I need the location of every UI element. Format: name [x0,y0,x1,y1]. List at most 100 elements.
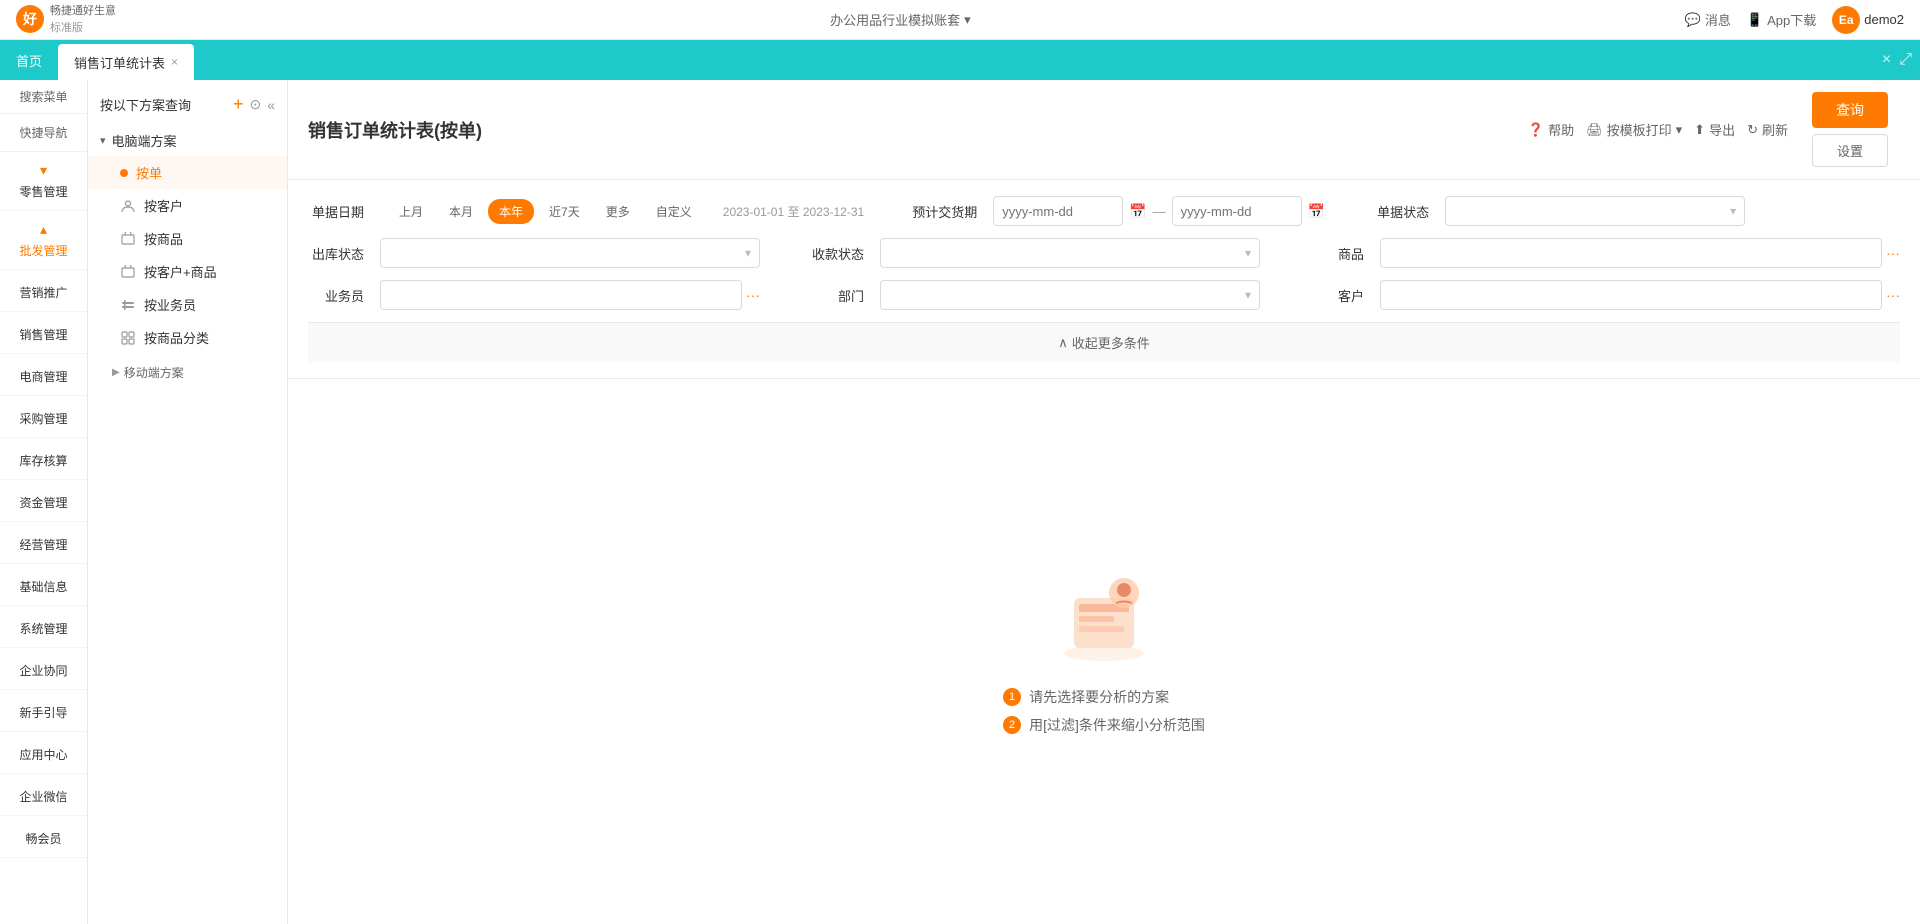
sidebar-item-sales[interactable]: 销售管理 [0,312,87,354]
scheme-item-by-category[interactable]: 按商品分类 [88,321,287,354]
sidebar-item-collaboration[interactable]: 企业协同 [0,648,87,690]
payment-status-select[interactable]: ▾ [880,238,1260,268]
scheme-dot-by-order [120,169,128,177]
salesman-more-btn[interactable]: ··· [746,287,760,303]
calendar-from-icon[interactable]: 📅 [1129,203,1146,220]
out-status-select[interactable]: ▾ [380,238,760,268]
sidebar-retail-label: 零售管理 [19,183,67,200]
sidebar-quick-nav[interactable]: 快捷导航 [0,118,87,147]
sidebar-item-enterprise-wechat[interactable]: 企业微信 [0,774,87,816]
date-btn-last-month[interactable]: 上月 [388,199,434,224]
retail-icon: ▾ [40,162,47,179]
page-title: 销售订单统计表(按单) [308,117,482,143]
sidebar-member-label: 畅会员 [25,830,61,847]
template-print-btn[interactable]: 🖨 按模板打印 ▾ [1586,120,1682,139]
sidebar-item-finance[interactable]: 资金管理 [0,480,87,522]
scheme-collapse-btn[interactable]: « [267,97,275,113]
logo-icon: 好 [16,5,44,33]
help-icon: ❓ [1528,122,1544,138]
scheme-item-by-customer[interactable]: 按客户 [88,189,287,222]
customer-input[interactable] [1380,280,1882,310]
sidebar-item-basic[interactable]: 基础信息 [0,564,87,606]
salesman-input[interactable] [380,280,742,310]
tab-expand-btn[interactable]: ⤢ [1899,51,1912,69]
salesman-label: 业务员 [308,286,364,305]
export-icon: ⬆ [1694,122,1705,138]
sidebar-basic-label: 基础信息 [19,578,67,595]
user-btn[interactable]: Ea demo2 [1832,6,1904,34]
app-download-btn[interactable]: 📱 App下载 [1747,10,1816,29]
sidebar-search-label[interactable]: 搜索菜单 [8,88,79,105]
scheme-section-pc-header[interactable]: ▾ 电脑端方案 [88,125,287,156]
date-btn-7days[interactable]: 近7天 [538,199,591,224]
scheme-panel: 按以下方案查询 + ⊙ « ▾ 电脑端方案 按单 [88,80,288,924]
scheme-label-by-salesman: 按业务员 [144,295,196,314]
sidebar-item-inventory[interactable]: 库存核算 [0,438,87,480]
expected-date-to[interactable] [1172,196,1302,226]
tab-sales-order[interactable]: 销售订单统计表 × [58,44,194,80]
tab-bar: 首页 销售订单统计表 × × ⤢ [0,40,1920,80]
bill-status-label: 单据状态 [1373,202,1429,221]
department-select[interactable]: ▾ [880,280,1260,310]
sidebar-finance-label: 资金管理 [19,494,67,511]
customer-more-btn[interactable]: ··· [1886,287,1900,303]
refresh-btn[interactable]: ↻ 刷新 [1747,120,1788,139]
message-btn[interactable]: 💬 消息 [1685,10,1731,29]
bill-status-select[interactable]: ▾ [1445,196,1745,226]
scheme-item-by-salesman[interactable]: 按业务员 [88,288,287,321]
sidebar: 搜索菜单 快捷导航 ▾ 零售管理 ▴ 批发管理 营销推广 销售管理 电商管理 采… [0,80,88,924]
page-actions: ❓ 帮助 🖨 按模板打印 ▾ ⬆ 导出 ↻ 刷新 [1528,92,1900,167]
sidebar-item-retail[interactable]: ▾ 零售管理 [0,152,87,211]
query-btn[interactable]: 查询 [1812,92,1888,128]
scheme-add-btn[interactable]: + [233,94,244,115]
workplace-select[interactable]: 办公用品行业模拟账套 ▾ [830,10,971,29]
scheme-item-by-customer-goods[interactable]: 按客户+商品 [88,255,287,288]
sidebar-item-app-center[interactable]: 应用中心 [0,732,87,774]
sidebar-item-member[interactable]: 畅会员 [0,816,87,858]
sidebar-system-label: 系统管理 [19,620,67,637]
logo-area: 好 畅捷通好生意 标准版 [16,4,116,34]
scheme-settings-btn[interactable]: ⊙ [249,96,261,113]
goods-more-btn[interactable]: ··· [1886,245,1900,261]
out-status-label: 出库状态 [308,244,364,263]
help-btn[interactable]: ❓ 帮助 [1528,120,1574,139]
calendar-to-icon[interactable]: 📅 [1308,203,1325,220]
collapse-btn[interactable]: ∧ 收起更多条件 [1058,333,1150,352]
scheme-icon-customer-goods [120,264,136,280]
goods-input[interactable] [1380,238,1882,268]
scheme-icon-customer [120,198,136,214]
empty-illustration [1044,568,1164,671]
setting-btn[interactable]: 设置 [1812,134,1888,167]
customer-label: 客户 [1308,286,1364,305]
sidebar-item-wholesale[interactable]: ▴ 批发管理 [0,211,87,270]
sidebar-item-marketing[interactable]: 营销推广 [0,270,87,312]
scheme-section-mobile-header[interactable]: ▶ 移动端方案 [88,358,287,387]
scheme-item-by-order[interactable]: 按单 [88,156,287,189]
tab-close-btn[interactable]: × [171,55,178,69]
payment-status-arrow: ▾ [1245,246,1251,260]
sidebar-purchase-label: 采购管理 [19,410,67,427]
sidebar-item-ecommerce[interactable]: 电商管理 [0,354,87,396]
sidebar-item-system[interactable]: 系统管理 [0,606,87,648]
sidebar-nav[interactable]: 快捷导航 [0,114,87,152]
scheme-panel-title: 按以下方案查询 [100,95,191,114]
tab-close-all-btn[interactable]: × [1882,51,1891,69]
action-buttons: 查询 设置 [1800,92,1900,167]
date-btn-custom[interactable]: 自定义 [645,199,703,224]
date-btn-this-year[interactable]: 本年 [488,199,534,224]
date-btn-more[interactable]: 更多 [595,199,641,224]
sidebar-item-guide[interactable]: 新手引导 [0,690,87,732]
message-icon: 💬 [1685,12,1701,28]
scheme-label-by-category: 按商品分类 [144,328,209,347]
expected-date-from[interactable] [993,196,1123,226]
export-btn[interactable]: ⬆ 导出 [1694,120,1735,139]
date-btn-this-month[interactable]: 本月 [438,199,484,224]
sidebar-item-operations[interactable]: 经营管理 [0,522,87,564]
scheme-item-by-goods[interactable]: 按商品 [88,222,287,255]
date-dash: — [1153,204,1166,219]
sidebar-item-purchase[interactable]: 采购管理 [0,396,87,438]
sidebar-search[interactable]: 搜索菜单 [0,80,87,114]
date-range-text: 2023-01-01 至 2023-12-31 [723,203,864,220]
tab-home[interactable]: 首页 [0,40,58,80]
collapse-bar[interactable]: ∧ 收起更多条件 [308,322,1900,362]
